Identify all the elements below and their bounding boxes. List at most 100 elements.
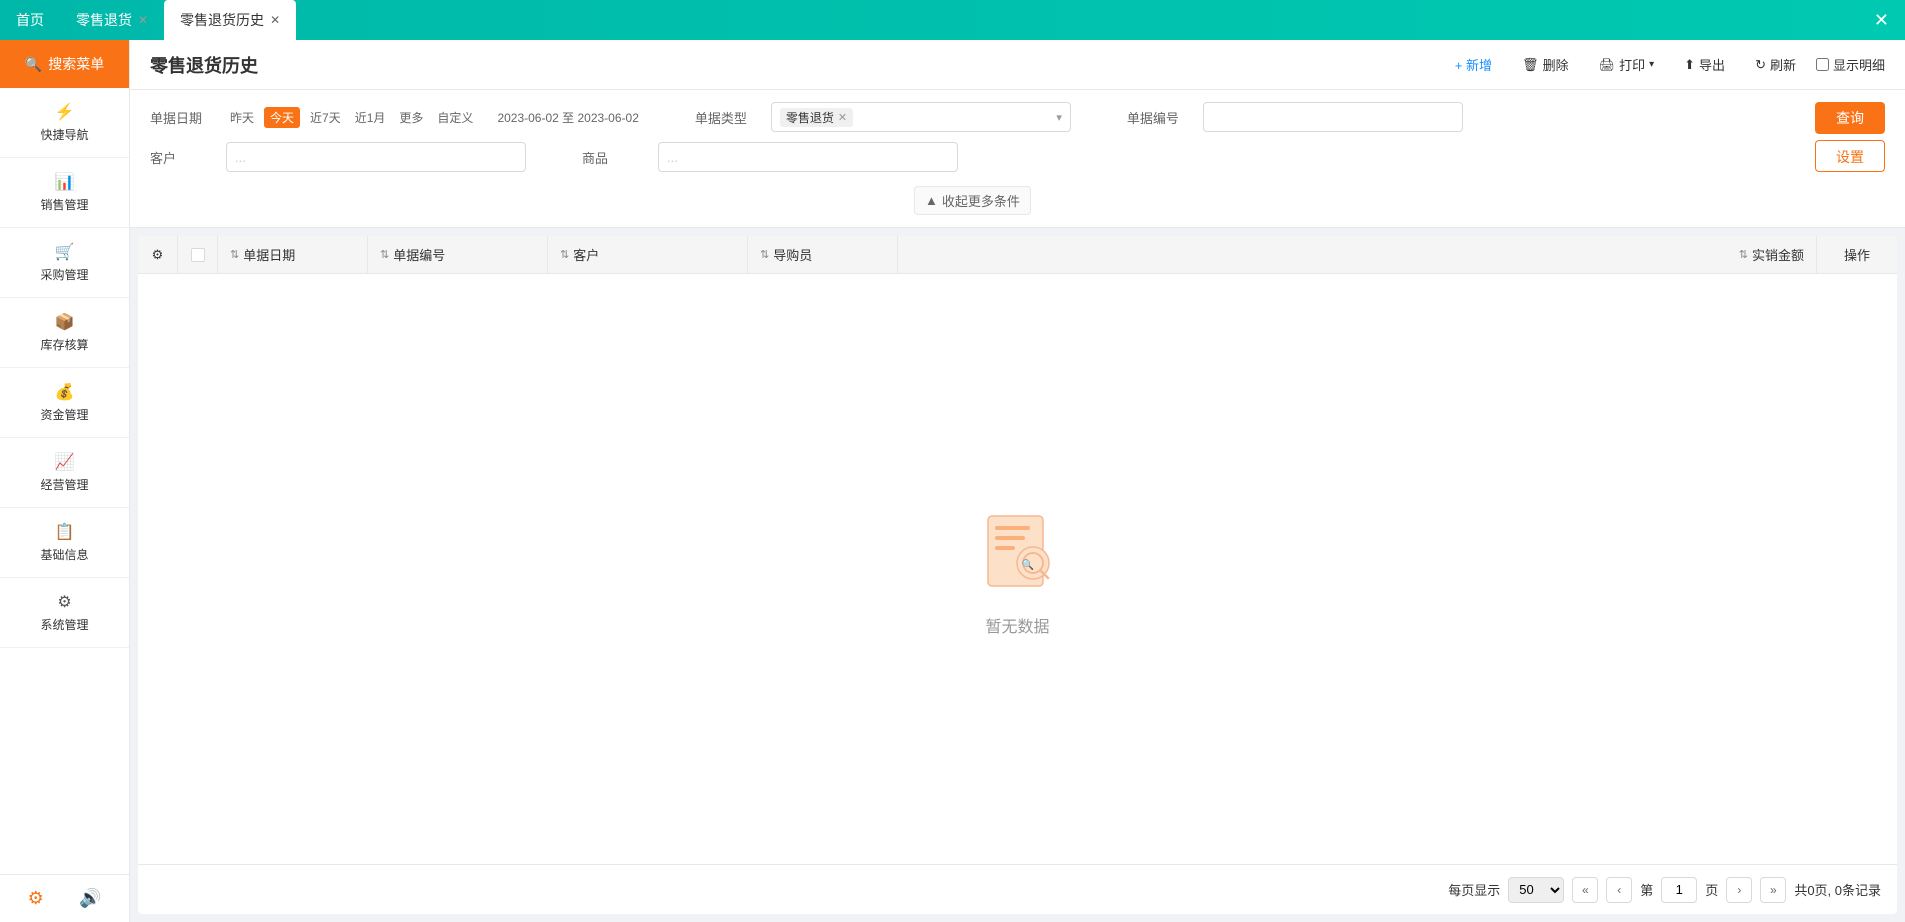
goods-filter-label: 商品	[582, 148, 642, 167]
sidebar-item-system-label: 系统管理	[40, 616, 88, 633]
tab-retail-return-history[interactable]: 零售退货历史 ✕	[164, 0, 296, 40]
main-layout: 🔍 搜索菜单 ⚡ 快捷导航 📊 销售管理 🛒 采购管理 📦 库存核算 💰	[0, 40, 1905, 922]
refresh-button-label: 刷新	[1770, 55, 1796, 74]
goods-filter-input[interactable]: ...	[658, 142, 958, 172]
page-size-select[interactable]: 50 10 20 100	[1508, 877, 1564, 903]
total-info: 共0页, 0条记录	[1794, 880, 1881, 899]
new-button[interactable]: + 新增	[1445, 50, 1502, 79]
sidebar-item-basic-info[interactable]: 📋 基础信息	[0, 508, 129, 578]
table-section: ⚙ ⇅ 单据日期 ⇅ 单据编号 ⇅ 客户 ⇅	[138, 236, 1897, 914]
first-page-btn[interactable]: «	[1572, 877, 1598, 903]
date-shortcut-1month[interactable]: 近1月	[351, 107, 390, 128]
volume-icon[interactable]: 🔊	[79, 888, 101, 909]
tab-home[interactable]: 首页	[0, 0, 60, 40]
next-page-btn[interactable]: ›	[1726, 877, 1752, 903]
type-tag-value: 零售退货	[786, 109, 834, 126]
type-filter-tag: 零售退货 ✕	[780, 108, 853, 127]
operations-icon: 📈	[55, 452, 75, 472]
table-date-header: 单据日期	[243, 245, 295, 264]
show-detail-checkbox-container[interactable]: 显示明细	[1816, 55, 1885, 74]
window-close-btn[interactable]: ✕	[1874, 10, 1905, 31]
prev-page-btn[interactable]: ‹	[1606, 877, 1632, 903]
basic-info-icon: 📋	[55, 522, 75, 542]
print-arrow-icon: ▾	[1649, 59, 1654, 70]
sidebar-item-finance-label: 资金管理	[40, 406, 88, 423]
last-page-btn[interactable]: »	[1760, 877, 1786, 903]
sort-date-icon[interactable]: ⇅	[230, 248, 239, 261]
purchase-icon: 🛒	[55, 242, 75, 262]
sidebar-item-sales-label: 销售管理	[40, 196, 88, 213]
tab-retail-return-close[interactable]: ✕	[138, 13, 148, 27]
type-tag-close[interactable]: ✕	[838, 111, 847, 124]
order-no-filter-label: 单据编号	[1127, 108, 1187, 127]
sidebar-item-operations-label: 经营管理	[40, 476, 88, 493]
order-no-filter-input[interactable]	[1203, 102, 1463, 132]
pagination: 每页显示 50 10 20 100 « ‹ 第 页 › » 共0页, 0条记录	[138, 864, 1897, 914]
tab-retail-return-history-close[interactable]: ✕	[270, 13, 280, 27]
select-all-checkbox[interactable]	[191, 248, 205, 262]
table-order-no-header: 单据编号	[393, 245, 445, 264]
filter-row-1: 单据日期 昨天 今天 近7天 近1月 更多 自定义 2023-06-02 至 2…	[150, 102, 1795, 132]
customer-filter-input[interactable]: ...	[226, 142, 526, 172]
page-label-suffix: 页	[1705, 880, 1718, 899]
sidebar-item-quick-nav[interactable]: ⚡ 快捷导航	[0, 88, 129, 158]
type-filter-input[interactable]: 零售退货 ✕ ▾	[771, 102, 1071, 132]
date-shortcuts: 昨天 今天 近7天 近1月 更多 自定义	[226, 107, 477, 128]
table-settings-col[interactable]: ⚙	[138, 236, 178, 273]
type-dropdown-arrow-icon: ▾	[1056, 111, 1062, 124]
date-shortcut-more[interactable]: 更多	[395, 107, 427, 128]
sort-orderno-icon[interactable]: ⇅	[380, 248, 389, 261]
sidebar-search[interactable]: 🔍 搜索菜单	[0, 40, 129, 88]
sidebar-item-quick-nav-label: 快捷导航	[40, 126, 88, 143]
sort-amount-icon[interactable]: ⇅	[1739, 248, 1748, 261]
query-button[interactable]: 查询	[1815, 102, 1885, 134]
page-number-input[interactable]	[1661, 877, 1697, 903]
sidebar-item-operations[interactable]: 📈 经营管理	[0, 438, 129, 508]
top-bar: 首页 零售退货 ✕ 零售退货历史 ✕ ✕	[0, 0, 1905, 40]
page-title: 零售退货历史	[150, 52, 258, 78]
date-shortcut-today[interactable]: 今天	[264, 107, 300, 128]
sidebar-item-sales[interactable]: 📊 销售管理	[0, 158, 129, 228]
sidebar-item-inventory[interactable]: 📦 库存核算	[0, 298, 129, 368]
print-button[interactable]: 🖨 打印 ▾	[1589, 50, 1665, 79]
date-shortcut-custom[interactable]: 自定义	[433, 107, 477, 128]
export-button[interactable]: ⬆ 导出	[1674, 50, 1735, 79]
table-customer-header: 客户	[573, 245, 599, 264]
empty-state: 🔍 暂无数据	[138, 274, 1897, 864]
refresh-button[interactable]: ↻ 刷新	[1745, 50, 1806, 79]
date-range-display: 2023-06-02 至 2023-06-02	[497, 109, 638, 126]
goods-placeholder: ...	[667, 150, 678, 165]
sidebar-item-basic-info-label: 基础信息	[40, 546, 88, 563]
sidebar-item-system[interactable]: ⚙ 系统管理	[0, 578, 129, 648]
date-shortcut-7days[interactable]: 近7天	[306, 107, 345, 128]
set-button[interactable]: 设置	[1815, 140, 1885, 172]
tab-retail-return[interactable]: 零售退货 ✕	[60, 0, 164, 40]
delete-button[interactable]: 🗑 删除	[1512, 50, 1579, 79]
content-area: 零售退货历史 + 新增 🗑 删除 🖨 打印 ▾ ⬆ 导出	[130, 40, 1905, 922]
sort-guide-icon[interactable]: ⇅	[760, 248, 769, 261]
collapse-label: 收起更多条件	[942, 191, 1020, 210]
tab-retail-return-history-label: 零售退货历史	[180, 10, 264, 30]
sidebar-item-finance[interactable]: 💰 资金管理	[0, 368, 129, 438]
sidebar-search-label: 搜索菜单	[48, 54, 104, 74]
export-button-label: 导出	[1699, 55, 1725, 74]
collapse-filter-btn[interactable]: ▲ 收起更多条件	[914, 186, 1031, 215]
new-button-label: + 新增	[1455, 55, 1492, 74]
empty-icon: 🔍	[968, 501, 1068, 601]
type-filter-label: 单据类型	[695, 108, 755, 127]
table-amount-header: 实销金额	[1752, 245, 1804, 264]
show-detail-checkbox[interactable]	[1816, 58, 1829, 71]
quick-nav-icon: ⚡	[55, 102, 75, 122]
table-checkbox-col[interactable]	[178, 236, 218, 273]
search-icon: 🔍	[25, 56, 42, 73]
sort-customer-icon[interactable]: ⇅	[560, 248, 569, 261]
collapse-arrow-icon: ▲	[925, 193, 938, 208]
date-shortcut-yesterday[interactable]: 昨天	[226, 107, 258, 128]
filter-section: 单据日期 昨天 今天 近7天 近1月 更多 自定义 2023-06-02 至 2…	[130, 90, 1905, 228]
svg-text:🔍: 🔍	[1021, 558, 1033, 571]
table-amount-col: ⇅ 实销金额	[898, 236, 1817, 273]
page-header: 零售退货历史 + 新增 🗑 删除 🖨 打印 ▾ ⬆ 导出	[130, 40, 1905, 90]
settings-bottom-icon[interactable]: ⚙	[28, 888, 44, 909]
sidebar-item-purchase[interactable]: 🛒 采购管理	[0, 228, 129, 298]
table-settings-icon: ⚙	[152, 247, 164, 263]
